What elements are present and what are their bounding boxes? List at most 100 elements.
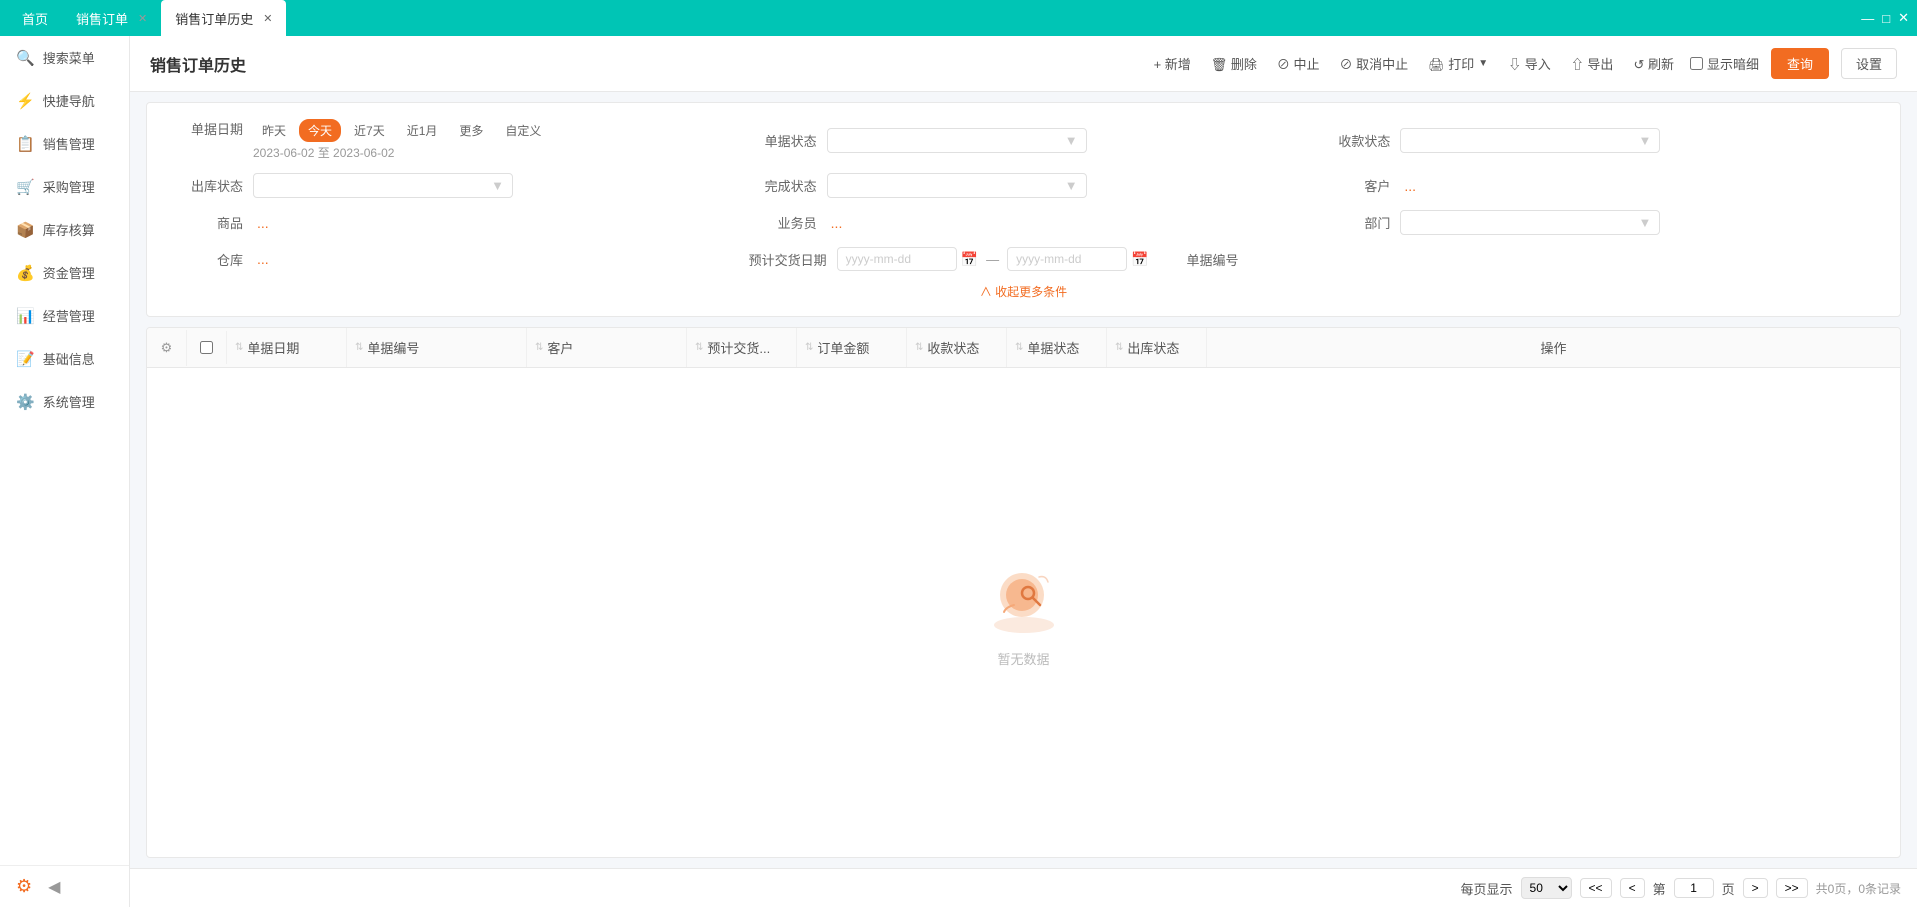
content-area: 销售订单历史 + 新增 🗑 删除 ⊘ 中止 ⊘ 取消中止 🖨 打印 ▼: [130, 36, 1917, 907]
next-page-btn[interactable]: >: [1743, 878, 1768, 898]
date-label: 单据日期: [163, 119, 253, 138]
th-check[interactable]: [187, 331, 227, 364]
date-tags: 昨天 今天 近7天 近1月 更多 自定义: [253, 119, 550, 142]
sidebar-item-inventory[interactable]: 📦 库存核算: [0, 208, 129, 251]
operations-icon: 📊: [16, 307, 35, 325]
delete-btn[interactable]: 🗑 删除: [1207, 54, 1261, 73]
warehouse-ellipsis[interactable]: ...: [253, 251, 273, 267]
dept-label: 部门: [1310, 213, 1400, 232]
sidebar-item-purchase-mgmt[interactable]: 🛒 采购管理: [0, 165, 129, 208]
tab-sales-order-close[interactable]: ✕: [138, 12, 147, 25]
date-tag-7days[interactable]: 近7天: [345, 119, 394, 142]
page-size-select[interactable]: 50 20 100: [1521, 877, 1572, 899]
first-page-btn[interactable]: <<: [1580, 878, 1612, 898]
settings-icon[interactable]: ⚙: [161, 340, 173, 356]
collectstatus-select[interactable]: ▼: [1400, 128, 1660, 153]
sidebar-item-system[interactable]: ⚙️ 系统管理: [0, 380, 129, 423]
outstatus-select[interactable]: ▼: [253, 173, 513, 198]
sort-status-icon[interactable]: ⇅: [1015, 342, 1023, 353]
sort-delivery-icon[interactable]: ⇅: [695, 342, 703, 353]
select-all-checkbox[interactable]: [200, 341, 213, 354]
tab-sales-history-close[interactable]: ✕: [263, 12, 272, 25]
sort-customer-icon[interactable]: ⇅: [535, 342, 543, 353]
collapse-btn[interactable]: ∧ 收起更多条件: [980, 283, 1067, 300]
filter-date-col: 单据日期 昨天 今天 近7天 近1月 更多 自定义 2023-06-02 至 2…: [163, 119, 737, 161]
page-size-label: 每页显示: [1461, 879, 1513, 898]
prev-page-btn[interactable]: <: [1620, 878, 1645, 898]
th-customer: ⇅ 客户: [527, 328, 687, 367]
new-btn[interactable]: + 新增: [1150, 54, 1195, 73]
tab-home[interactable]: 首页: [8, 0, 62, 36]
date-tag-1month[interactable]: 近1月: [398, 119, 447, 142]
query-btn[interactable]: 查询: [1771, 48, 1829, 79]
filter-row-1: 单据日期 昨天 今天 近7天 近1月 更多 自定义 2023-06-02 至 2…: [163, 119, 1884, 161]
tab-sales-history-label: 销售订单历史: [175, 9, 253, 28]
tab-sales-order[interactable]: 销售订单 ✕: [62, 0, 161, 36]
sidebar-item-search-menu-label: 搜索菜单: [43, 48, 95, 67]
sidebar-item-sales-mgmt[interactable]: 📋 销售管理: [0, 122, 129, 165]
last-page-btn[interactable]: >>: [1776, 878, 1808, 898]
sort-collect-icon[interactable]: ⇅: [915, 342, 923, 353]
date-range: 2023-06-02 至 2023-06-02: [253, 144, 550, 161]
th-docno: ⇅ 单据编号: [347, 328, 527, 367]
date-tag-custom[interactable]: 自定义: [496, 119, 550, 142]
page-number-input[interactable]: [1674, 878, 1714, 898]
stop-btn[interactable]: ⊘ 中止: [1273, 54, 1324, 73]
filter-completestatus-col: 完成状态 ▼: [737, 173, 1311, 198]
import-btn[interactable]: ⇩ 导入: [1504, 54, 1555, 73]
th-delivery: ⇅ 预计交货...: [687, 328, 797, 367]
top-bar: 首页 销售订单 ✕ 销售订单历史 ✕ — □ ✕: [0, 0, 1917, 36]
delivery-date-label: 预计交货日期: [737, 250, 837, 269]
tab-sales-history[interactable]: 销售订单历史 ✕: [161, 0, 286, 36]
cancel-stop-btn[interactable]: ⊘ 取消中止: [1336, 54, 1413, 73]
sidebar-item-operations-label: 经营管理: [43, 306, 95, 325]
window-min-btn[interactable]: —: [1861, 11, 1874, 26]
sort-docno-icon[interactable]: ⇅: [355, 342, 363, 353]
sidebar-item-operations[interactable]: 📊 经营管理: [0, 294, 129, 337]
th-settings[interactable]: ⚙: [147, 330, 187, 366]
th-status-label: 单据状态: [1027, 338, 1079, 357]
sidebar-item-quick-nav[interactable]: ⚡ 快捷导航: [0, 79, 129, 122]
delivery-date-from[interactable]: yyyy-mm-dd: [837, 247, 957, 271]
print-btn[interactable]: 🖨 打印 ▼: [1424, 54, 1492, 73]
display-col-checkbox[interactable]: 显示暗细: [1690, 54, 1759, 73]
completestatus-label: 完成状态: [737, 176, 827, 195]
window-close-btn[interactable]: ✕: [1898, 10, 1909, 26]
date-tag-yesterday[interactable]: 昨天: [253, 119, 295, 142]
completestatus-select[interactable]: ▼: [827, 173, 1087, 198]
window-max-btn[interactable]: □: [1882, 11, 1890, 26]
filter-warehouse-col: 仓库 ...: [163, 250, 737, 269]
print-dropdown-icon[interactable]: ▼: [1478, 58, 1488, 69]
goods-ellipsis[interactable]: ...: [253, 215, 273, 231]
salesman-ellipsis[interactable]: ...: [827, 215, 847, 231]
sidebar-item-search-menu[interactable]: 🔍 搜索菜单: [0, 36, 129, 79]
dept-select[interactable]: ▼: [1400, 210, 1660, 235]
cal-to-icon[interactable]: 📅: [1131, 251, 1148, 268]
date-tag-more[interactable]: 更多: [450, 119, 492, 142]
display-col-input[interactable]: [1690, 57, 1703, 70]
sidebar-item-finance[interactable]: 💰 资金管理: [0, 251, 129, 294]
cal-from-icon[interactable]: 📅: [961, 251, 978, 268]
sidebar-collapse-btn[interactable]: ◀: [48, 877, 60, 897]
sort-amount-icon[interactable]: ⇅: [805, 342, 813, 353]
setting-btn[interactable]: 设置: [1841, 48, 1897, 79]
sort-outstock-icon[interactable]: ⇅: [1115, 342, 1123, 353]
page-unit-label: 页: [1722, 879, 1735, 898]
inventory-icon: 📦: [16, 221, 35, 239]
sidebar-settings-btn[interactable]: ⚙: [16, 876, 32, 897]
filter-row-3: 商品 ... 业务员 ... 部门 ▼: [163, 210, 1884, 235]
delivery-date-to[interactable]: yyyy-mm-dd: [1007, 247, 1127, 271]
finance-icon: 💰: [16, 264, 35, 282]
th-amount: ⇅ 订单金额: [797, 328, 907, 367]
export-btn[interactable]: ⇧ 导出: [1567, 54, 1618, 73]
docstatus-select[interactable]: ▼: [827, 128, 1087, 153]
search-menu-icon: 🔍: [16, 49, 35, 67]
date-tag-today[interactable]: 今天: [299, 119, 341, 142]
sidebar-item-basic-info[interactable]: 📝 基础信息: [0, 337, 129, 380]
customer-ellipsis[interactable]: ...: [1400, 178, 1420, 194]
collapse-row: ∧ 收起更多条件: [163, 283, 1884, 300]
sort-up-icon[interactable]: ⇅: [235, 342, 243, 353]
delivery-date-range: yyyy-mm-dd 📅 — yyyy-mm-dd 📅: [837, 247, 1149, 271]
refresh-btn[interactable]: ↺ 刷新: [1629, 54, 1678, 73]
page-title: 销售订单历史: [150, 52, 246, 76]
